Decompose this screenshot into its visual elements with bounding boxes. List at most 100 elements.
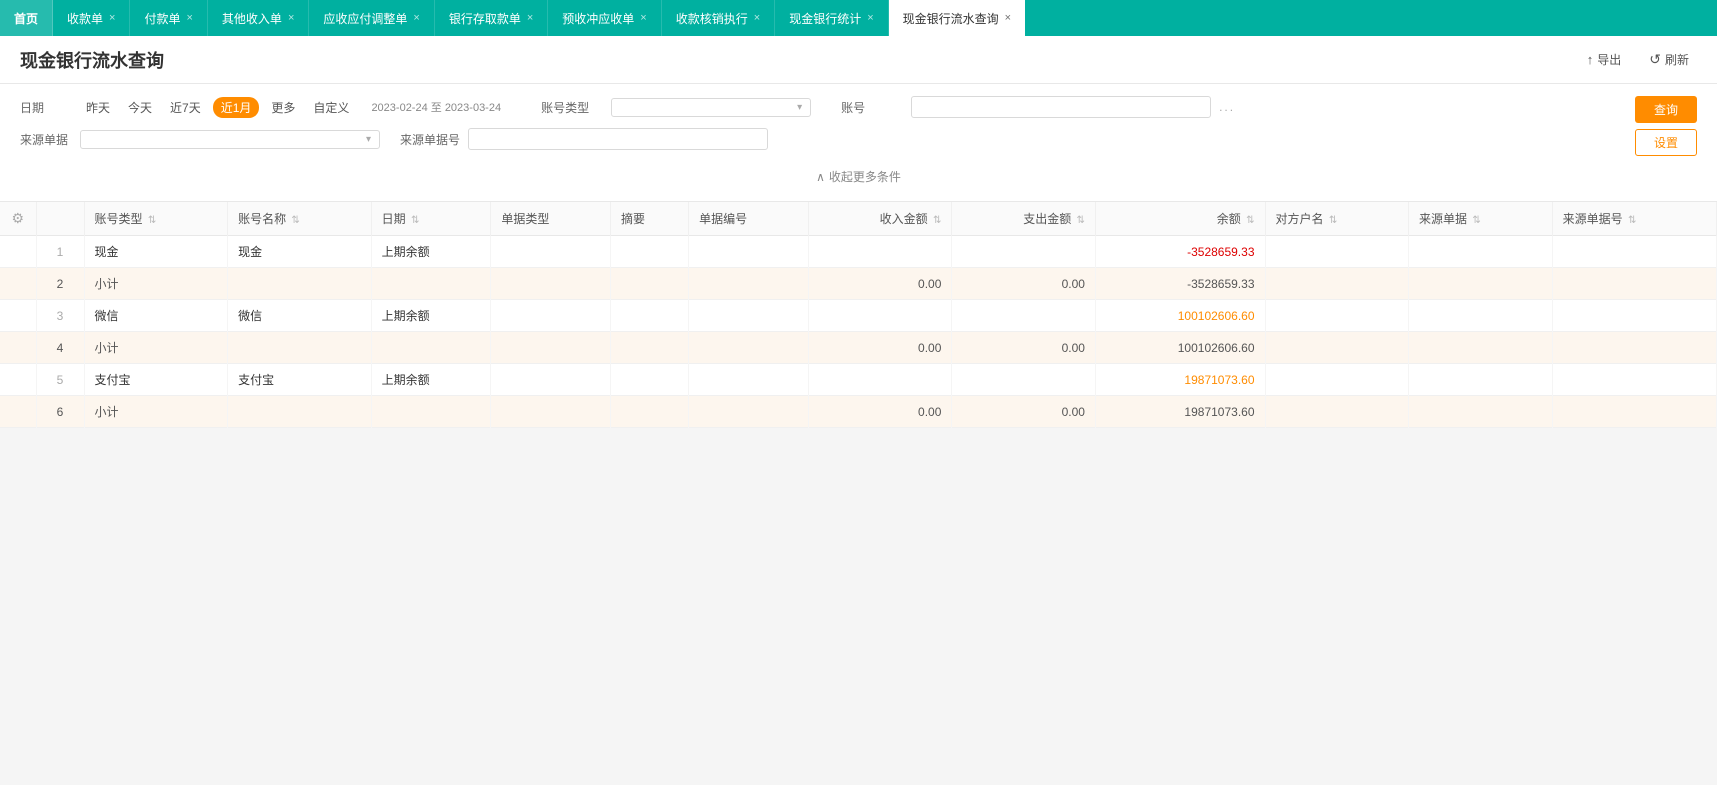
nav-ar-ap-label: 应收应付调整单 (323, 10, 407, 27)
col-summary-label: 摘要 (621, 212, 645, 226)
col-counterparty-label: 对方户名 (1276, 212, 1324, 226)
col-counterparty[interactable]: 对方户名 ⇅ (1265, 202, 1409, 236)
row-source-doc-no (1552, 236, 1716, 268)
row-account-type: 微信 (84, 300, 228, 332)
refresh-label: 刷新 (1665, 51, 1689, 68)
row-counterparty (1265, 396, 1409, 428)
date-opt-yesterday[interactable]: 昨天 (80, 97, 116, 118)
row-date (371, 396, 491, 428)
close-receipt-icon[interactable]: × (109, 12, 115, 24)
row-account-type: 现金 (84, 236, 228, 268)
row-gear-cell (0, 364, 36, 396)
row-counterparty (1265, 268, 1409, 300)
col-summary[interactable]: 摘要 (611, 202, 689, 236)
row-balance: 100102606.60 (1095, 300, 1265, 332)
row-number: 5 (36, 364, 84, 396)
sort-account-name-icon: ⇅ (291, 215, 299, 226)
col-date[interactable]: 日期 ⇅ (371, 202, 491, 236)
row-expense (952, 364, 1096, 396)
nav-item-cash-stat[interactable]: 现金银行统计 × (775, 0, 888, 36)
date-opt-1month[interactable]: 近1月 (213, 97, 260, 118)
export-button[interactable]: ↑ 导出 (1579, 47, 1630, 72)
query-button[interactable]: 查询 (1635, 96, 1697, 123)
source-doc-label: 来源单据 (20, 131, 80, 148)
row-doc-type (491, 300, 611, 332)
row-income (808, 236, 952, 268)
row-number: 1 (36, 236, 84, 268)
col-doc-no[interactable]: 单据编号 (689, 202, 809, 236)
col-expense-label: 支出金额 (1023, 212, 1071, 226)
col-gear[interactable]: ⚙ (0, 202, 36, 236)
date-opt-7days[interactable]: 近7天 (164, 97, 207, 118)
close-payment-icon[interactable]: × (186, 12, 192, 24)
nav-item-payment[interactable]: 付款单 × (130, 0, 207, 36)
close-write-off-icon[interactable]: × (754, 12, 760, 24)
row-source-doc-no (1552, 364, 1716, 396)
row-account-name: 支付宝 (228, 364, 372, 396)
col-account-type[interactable]: 账号类型 ⇅ (84, 202, 228, 236)
nav-cash-stat-label: 现金银行统计 (789, 10, 861, 27)
col-account-name[interactable]: 账号名称 ⇅ (228, 202, 372, 236)
settings-button[interactable]: 设置 (1635, 129, 1697, 156)
row-account-name: 现金 (228, 236, 372, 268)
account-input[interactable] (911, 96, 1211, 118)
page-title: 现金银行流水查询 (20, 47, 164, 73)
close-bank-deposit-icon[interactable]: × (527, 12, 533, 24)
col-account-type-label: 账号类型 (95, 212, 143, 226)
row-source-doc (1409, 396, 1553, 428)
table-row: 6 小计 0.00 0.00 19871073.60 (0, 396, 1717, 428)
row-doc-type (491, 332, 611, 364)
table-row: 5 支付宝 支付宝 上期余额 19871073.60 (0, 364, 1717, 396)
source-doc-select[interactable]: ▾ (80, 130, 380, 149)
close-cash-flow-icon[interactable]: × (1005, 12, 1011, 24)
date-opt-today[interactable]: 今天 (122, 97, 158, 118)
sort-source-doc-icon: ⇅ (1472, 215, 1480, 226)
close-cash-stat-icon[interactable]: × (867, 12, 873, 24)
filter-row-source: 来源单据 ▾ 来源单据号 (20, 128, 1619, 150)
nav-write-off-label: 收款核销执行 (676, 10, 748, 27)
collapse-button[interactable]: ∧ 收起更多条件 (806, 166, 911, 187)
account-more-icon[interactable]: ... (1215, 100, 1239, 114)
refresh-button[interactable]: ↺ 刷新 (1641, 47, 1697, 72)
nav-item-write-off[interactable]: 收款核销执行 × (662, 0, 775, 36)
row-income (808, 300, 952, 332)
source-doc-no-label: 来源单据号 (400, 131, 460, 148)
source-doc-arrow-icon: ▾ (366, 134, 371, 145)
sort-source-doc-no-icon: ⇅ (1628, 215, 1636, 226)
nav-item-other-income[interactable]: 其他收入单 × (208, 0, 309, 36)
col-balance-label: 余额 (1217, 212, 1241, 226)
column-settings-icon[interactable]: ⚙ (11, 210, 24, 226)
sort-account-type-icon: ⇅ (148, 215, 156, 226)
nav-item-ar-ap[interactable]: 应收应付调整单 × (309, 0, 434, 36)
sort-income-icon: ⇅ (933, 215, 941, 226)
col-doc-type[interactable]: 单据类型 (491, 202, 611, 236)
nav-bank-deposit-label: 银行存取款单 (449, 10, 521, 27)
row-balance: -3528659.33 (1095, 268, 1265, 300)
sort-expense-icon: ⇅ (1077, 215, 1085, 226)
nav-item-bank-deposit[interactable]: 银行存取款单 × (435, 0, 548, 36)
account-type-select[interactable]: ▾ (611, 98, 811, 117)
date-opt-custom[interactable]: 自定义 (307, 97, 355, 118)
nav-item-receipt[interactable]: 收款单 × (53, 0, 130, 36)
row-doc-no (689, 300, 809, 332)
col-expense[interactable]: 支出金额 ⇅ (952, 202, 1096, 236)
nav-item-home[interactable]: 首页 (0, 0, 53, 36)
nav-item-pre-receipt[interactable]: 预收冲应收单 × (548, 0, 661, 36)
close-other-income-icon[interactable]: × (288, 12, 294, 24)
collapse-label: 收起更多条件 (829, 168, 901, 185)
col-source-doc[interactable]: 来源单据 ⇅ (1409, 202, 1553, 236)
close-ar-ap-icon[interactable]: × (413, 12, 419, 24)
account-type-arrow-icon: ▾ (797, 102, 802, 113)
nav-item-cash-flow[interactable]: 现金银行流水查询 × (889, 0, 1025, 36)
row-source-doc (1409, 300, 1553, 332)
col-source-doc-no[interactable]: 来源单据号 ⇅ (1552, 202, 1716, 236)
col-balance[interactable]: 余额 ⇅ (1095, 202, 1265, 236)
account-type-label: 账号类型 (541, 99, 601, 116)
export-icon: ↑ (1587, 52, 1594, 67)
nav-payment-label: 付款单 (144, 10, 180, 27)
date-opt-more[interactable]: 更多 (265, 97, 301, 118)
close-pre-receipt-icon[interactable]: × (640, 12, 646, 24)
source-doc-no-input[interactable] (468, 128, 768, 150)
row-account-type: 支付宝 (84, 364, 228, 396)
col-income[interactable]: 收入金额 ⇅ (808, 202, 952, 236)
